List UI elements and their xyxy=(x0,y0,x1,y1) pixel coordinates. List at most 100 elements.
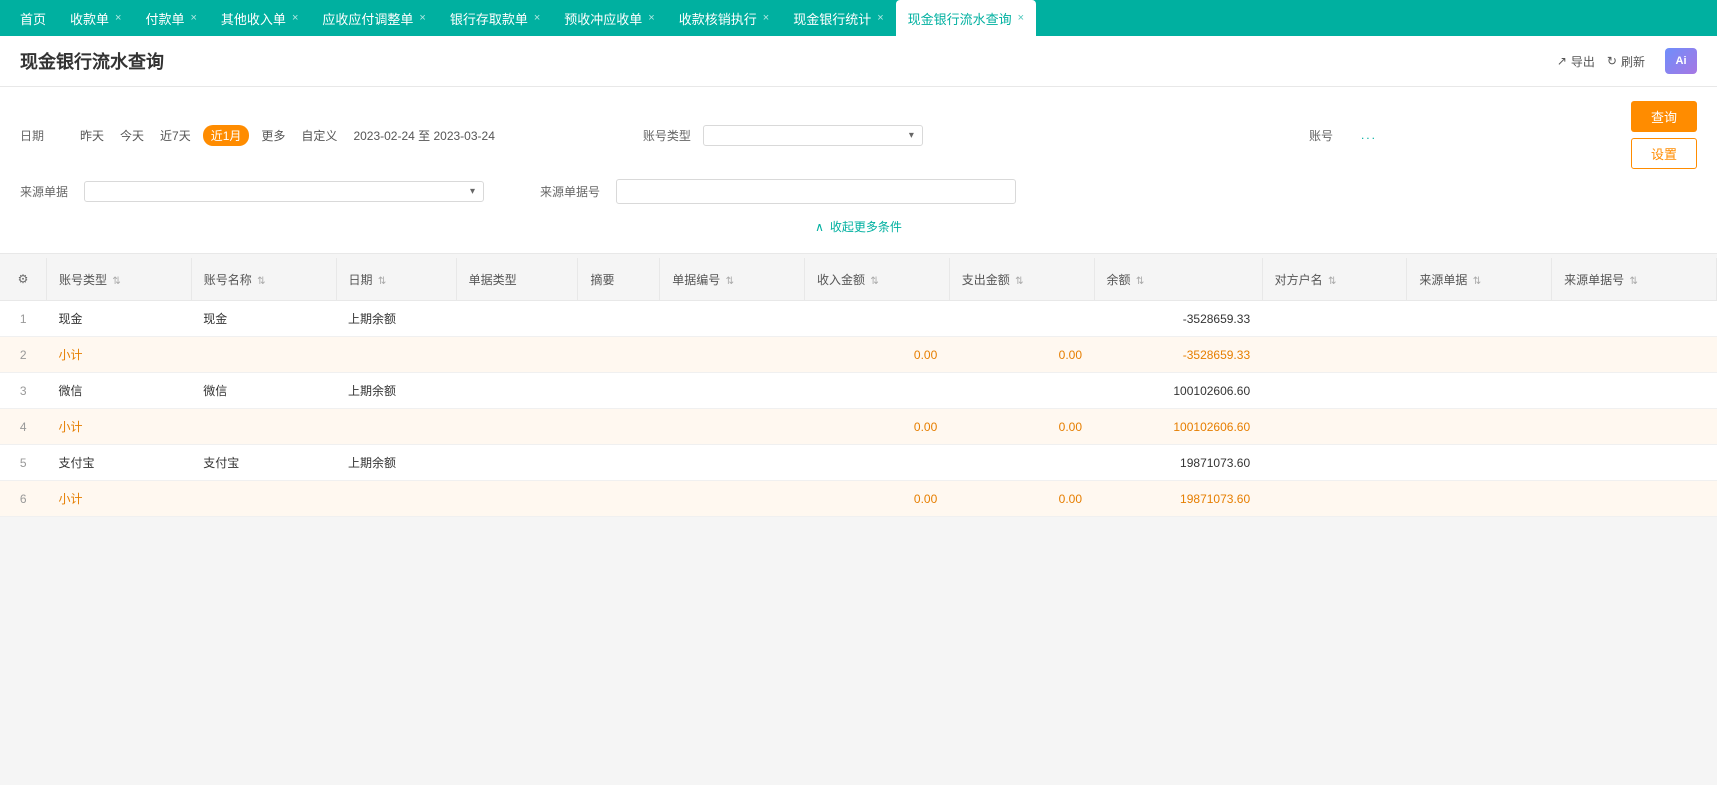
close-icon[interactable]: × xyxy=(877,12,883,24)
date-opt-7days[interactable]: 近7天 xyxy=(156,125,195,146)
cell-counter-party xyxy=(1262,445,1407,481)
cell-income xyxy=(805,445,950,481)
cell-doc-no xyxy=(660,373,805,409)
cell-counter-party xyxy=(1262,301,1407,337)
cell-income: 0.00 xyxy=(805,481,950,517)
table-header-counter-party[interactable]: 对方户名 ⇅ xyxy=(1262,258,1407,301)
nav-item-receipt[interactable]: 收款单 × xyxy=(58,0,133,36)
cell-doc-no xyxy=(660,409,805,445)
nav-item-bank-stats[interactable]: 现金银行统计 × xyxy=(781,0,895,36)
cell-date: 上期余额 xyxy=(336,373,456,409)
nav-item-verification[interactable]: 收款核销执行 × xyxy=(667,0,781,36)
nav-item-payment[interactable]: 付款单 × xyxy=(133,0,208,36)
cell-summary xyxy=(578,301,660,337)
filter-area: 日期 昨天 今天 近7天 近1月 更多 自定义 2023-02-24 至 202… xyxy=(0,87,1717,254)
close-icon[interactable]: × xyxy=(1018,12,1024,24)
table-header-expense[interactable]: 支出金额 ⇅ xyxy=(949,258,1094,301)
cell-account-name xyxy=(191,337,336,373)
source-doc-select[interactable]: ▾ xyxy=(84,181,484,202)
table-header-row: ⚙ 账号类型 ⇅ 账号名称 ⇅ 日期 ⇅ 单据类型 摘要 xyxy=(0,258,1717,301)
ai-button[interactable]: Ai xyxy=(1665,48,1697,74)
table-header-source-doc[interactable]: 来源单据 ⇅ xyxy=(1407,258,1552,301)
settings-button[interactable]: 设置 xyxy=(1631,138,1697,169)
table-header-source-doc-no[interactable]: 来源单据号 ⇅ xyxy=(1552,258,1717,301)
date-opt-yesterday[interactable]: 昨天 xyxy=(76,125,108,146)
date-options: 昨天 今天 近7天 近1月 更多 自定义 2023-02-24 至 2023-0… xyxy=(76,125,495,146)
export-button[interactable]: ↗ 导出 xyxy=(1557,53,1595,70)
table-header-doc-no[interactable]: 单据编号 ⇅ xyxy=(660,258,805,301)
date-opt-custom[interactable]: 自定义 xyxy=(297,125,341,146)
table-header-account-name[interactable]: 账号名称 ⇅ xyxy=(191,258,336,301)
close-icon[interactable]: × xyxy=(419,12,425,24)
cell-balance: 100102606.60 xyxy=(1094,373,1262,409)
cell-doc-no xyxy=(660,337,805,373)
table-container: ⚙ 账号类型 ⇅ 账号名称 ⇅ 日期 ⇅ 单据类型 摘要 xyxy=(0,258,1717,517)
account-type-select[interactable]: ▾ xyxy=(703,125,923,146)
filter-row-date: 日期 昨天 今天 近7天 近1月 更多 自定义 2023-02-24 至 202… xyxy=(20,101,1697,169)
nav-item-bank-deposit[interactable]: 银行存取款单 × xyxy=(438,0,552,36)
query-button[interactable]: 查询 xyxy=(1631,101,1697,132)
cell-source-doc-no xyxy=(1552,481,1717,517)
cell-source-doc xyxy=(1407,337,1552,373)
close-icon[interactable]: × xyxy=(115,12,121,24)
cell-source-doc xyxy=(1407,481,1552,517)
chevron-down-icon: ▾ xyxy=(470,186,475,197)
cell-source-doc-no xyxy=(1552,409,1717,445)
date-opt-1month[interactable]: 近1月 xyxy=(203,125,250,146)
account-more-dots[interactable]: ... xyxy=(1361,128,1377,142)
sort-icon: ⇅ xyxy=(1473,276,1481,287)
sort-icon: ⇅ xyxy=(1015,276,1023,287)
sort-icon: ⇅ xyxy=(257,276,265,287)
sort-icon: ⇅ xyxy=(378,276,386,287)
sort-icon: ⇅ xyxy=(1136,276,1144,287)
close-icon[interactable]: × xyxy=(190,12,196,24)
table-header-account-type[interactable]: 账号类型 ⇅ xyxy=(47,258,192,301)
cell-account-name: 支付宝 xyxy=(191,445,336,481)
cell-source-doc xyxy=(1407,373,1552,409)
table-header-balance[interactable]: 余额 ⇅ xyxy=(1094,258,1262,301)
cell-account-type: 支付宝 xyxy=(47,445,192,481)
close-icon[interactable]: × xyxy=(763,12,769,24)
close-icon[interactable]: × xyxy=(648,12,654,24)
nav-item-other-income[interactable]: 其他收入单 × xyxy=(209,0,310,36)
cell-summary xyxy=(578,481,660,517)
table-row: 6小计0.000.0019871073.60 xyxy=(0,481,1717,517)
nav-item-advance[interactable]: 预收冲应收单 × xyxy=(552,0,666,36)
date-range-display: 2023-02-24 至 2023-03-24 xyxy=(353,127,494,144)
cell-account-type: 微信 xyxy=(47,373,192,409)
table-header-date[interactable]: 日期 ⇅ xyxy=(336,258,456,301)
nav-item-home[interactable]: 首页 xyxy=(8,0,58,36)
table-header-settings[interactable]: ⚙ xyxy=(0,258,47,301)
date-opt-today[interactable]: 今天 xyxy=(116,125,148,146)
source-doc-no-input[interactable] xyxy=(616,179,1016,204)
collapse-label: 收起更多条件 xyxy=(830,218,902,235)
cell-date: 上期余额 xyxy=(336,301,456,337)
table-header-income[interactable]: 收入金额 ⇅ xyxy=(805,258,950,301)
cell-account-type: 现金 xyxy=(47,301,192,337)
cell-source-doc xyxy=(1407,445,1552,481)
nav-item-adjustment[interactable]: 应收应付调整单 × xyxy=(310,0,437,36)
table-row: 5支付宝支付宝上期余额19871073.60 xyxy=(0,445,1717,481)
table-row: 4小计0.000.00100102606.60 xyxy=(0,409,1717,445)
cell-doc-no xyxy=(660,481,805,517)
table-row: 3微信微信上期余额100102606.60 xyxy=(0,373,1717,409)
cell-index: 6 xyxy=(0,481,47,517)
cell-account-type: 小计 xyxy=(47,337,192,373)
table-row: 1现金现金上期余额-3528659.33 xyxy=(0,301,1717,337)
chevron-down-icon: ▾ xyxy=(909,130,914,141)
source-doc-no-label: 来源单据号 xyxy=(540,183,600,200)
settings-icon[interactable]: ⚙ xyxy=(12,268,34,290)
cell-doc-type xyxy=(456,337,578,373)
data-table: ⚙ 账号类型 ⇅ 账号名称 ⇅ 日期 ⇅ 单据类型 摘要 xyxy=(0,258,1717,517)
refresh-button[interactable]: ↻ 刷新 xyxy=(1607,53,1645,70)
cell-balance: -3528659.33 xyxy=(1094,337,1262,373)
refresh-icon: ↻ xyxy=(1607,54,1617,68)
collapse-bar[interactable]: ∧ 收起更多条件 xyxy=(20,214,1697,239)
date-opt-more[interactable]: 更多 xyxy=(257,125,289,146)
nav-item-bank-flow[interactable]: 现金银行流水查询 × xyxy=(896,0,1036,36)
cell-summary xyxy=(578,409,660,445)
close-icon[interactable]: × xyxy=(534,12,540,24)
cell-expense xyxy=(949,301,1094,337)
close-icon[interactable]: × xyxy=(292,12,298,24)
cell-doc-type xyxy=(456,445,578,481)
